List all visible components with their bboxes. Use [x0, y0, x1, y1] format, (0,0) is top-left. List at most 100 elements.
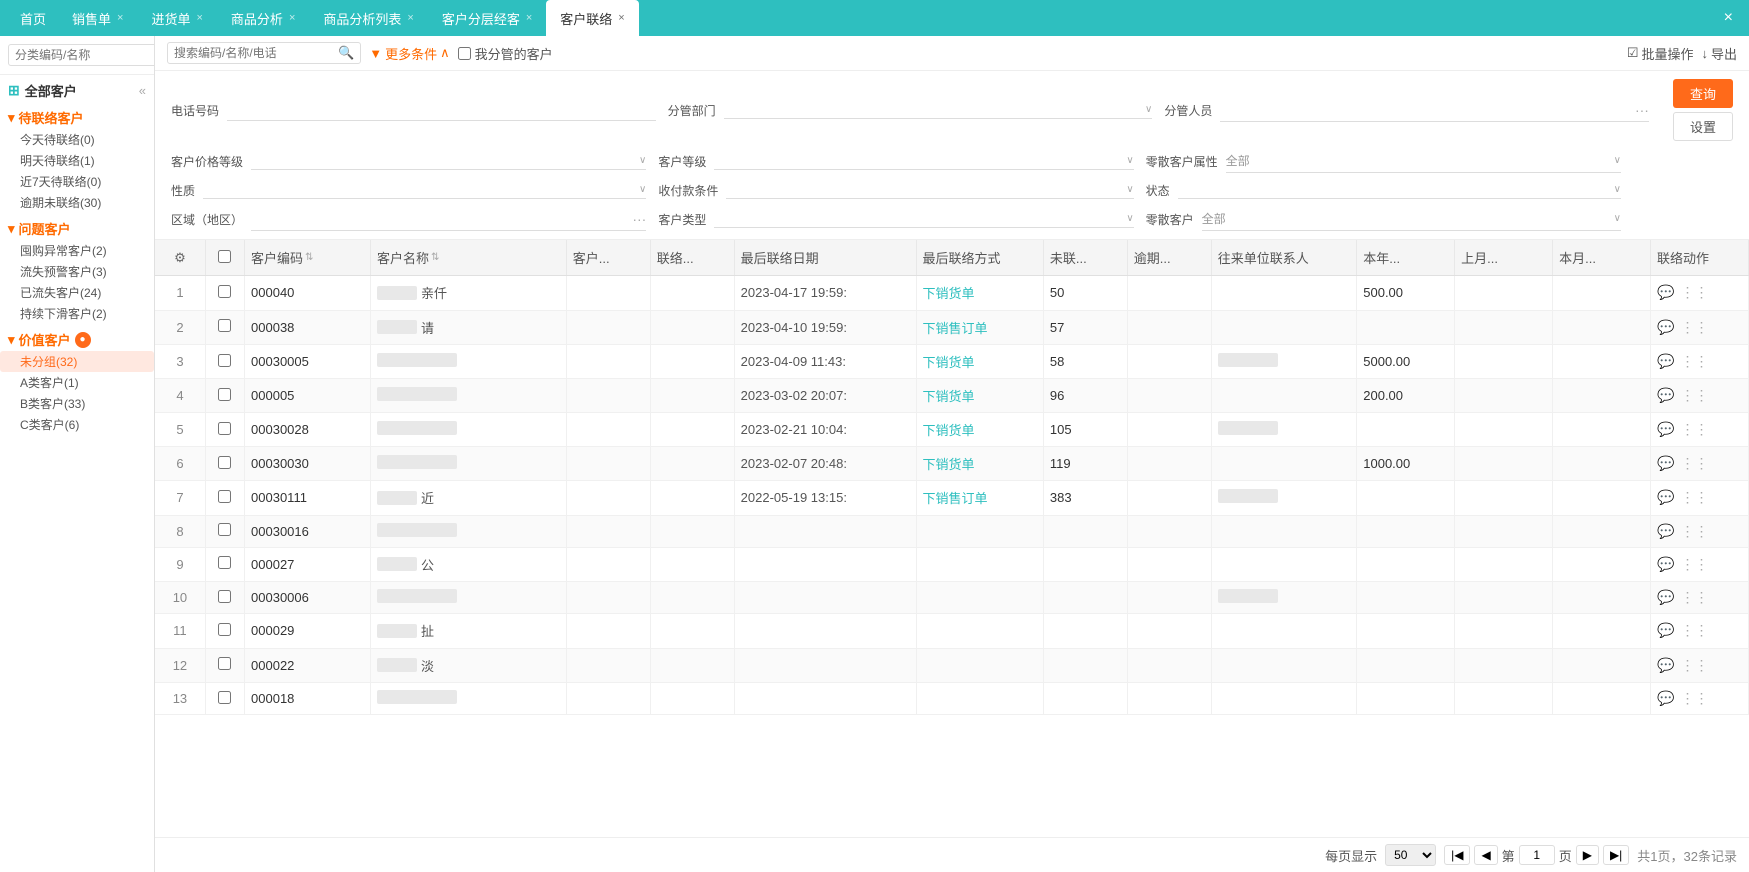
window-close-icon[interactable]: ×	[1716, 9, 1741, 27]
close-icon[interactable]: ×	[117, 12, 123, 24]
more-icon[interactable]: ⋮⋮	[1680, 319, 1708, 336]
row-checkbox[interactable]	[218, 490, 231, 503]
more-icon[interactable]: ⋮⋮	[1680, 284, 1708, 301]
close-icon[interactable]: ×	[618, 12, 624, 24]
sidebar-item-warning[interactable]: 流失预警客户(3)	[0, 261, 154, 282]
export-btn[interactable]: ↓ 导出	[1701, 44, 1737, 63]
filter-region-select[interactable]: ···	[251, 208, 646, 231]
search-input[interactable]	[174, 46, 334, 60]
contact-icon[interactable]: 💬	[1657, 622, 1674, 639]
more-icon[interactable]: ⋮⋮	[1680, 657, 1708, 674]
row-checkbox[interactable]	[218, 285, 231, 298]
sidebar-item-type-b[interactable]: B类客户(33)	[0, 393, 154, 414]
contact-icon[interactable]: 💬	[1657, 319, 1674, 336]
next-page-btn[interactable]: ▶	[1576, 845, 1599, 865]
all-customers-header[interactable]: ⊞ 全部客户	[8, 81, 77, 100]
tab-sales[interactable]: 销售单 ×	[58, 0, 137, 36]
more-icon[interactable]: ⋮⋮	[1680, 523, 1708, 540]
query-button[interactable]: 查询	[1673, 79, 1733, 108]
contact-icon[interactable]: 💬	[1657, 556, 1674, 573]
search-icon[interactable]: 🔍	[338, 45, 354, 61]
contact-icon[interactable]: 💬	[1657, 523, 1674, 540]
more-icon[interactable]: ⋮⋮	[1680, 622, 1708, 639]
tab-customer-segment[interactable]: 客户分层经客 ×	[428, 0, 546, 36]
per-page-select[interactable]: 50 100 200	[1385, 844, 1436, 866]
tab-purchase[interactable]: 进货单 ×	[137, 0, 216, 36]
filter-level-select[interactable]: ∨	[714, 152, 1133, 170]
sort-icon-code[interactable]: ⇅	[305, 252, 313, 263]
sidebar-item-abnormal[interactable]: 囤购异常客户(2)	[0, 240, 154, 261]
contact-icon[interactable]: 💬	[1657, 387, 1674, 404]
filter-dept-select[interactable]: ∨	[724, 101, 1153, 119]
filter-status-select[interactable]: ∨	[1178, 181, 1621, 199]
tab-product-list[interactable]: 商品分析列表 ×	[309, 0, 427, 36]
select-all-checkbox[interactable]	[218, 250, 231, 263]
page-input[interactable]	[1519, 845, 1555, 865]
method-link[interactable]: 下销货单	[923, 286, 975, 301]
filter-retail-select2[interactable]: 全部 ∨	[1202, 207, 1621, 231]
filter-btn[interactable]: ▼ 更多条件 ∧	[369, 44, 449, 63]
tab-customer-contact[interactable]: 客户联络 ×	[546, 0, 638, 36]
sidebar-item-overdue[interactable]: 逾期未联络(30)	[0, 192, 154, 213]
row-checkbox[interactable]	[218, 319, 231, 332]
contact-icon[interactable]: 💬	[1657, 489, 1674, 506]
filter-cust-type-select[interactable]: ∨	[714, 210, 1133, 228]
my-customers-checkbox-wrap[interactable]: 我分管的客户	[458, 44, 553, 63]
reset-button[interactable]: 设置	[1673, 112, 1733, 141]
sidebar-item-tomorrow[interactable]: 明天待联络(1)	[0, 150, 154, 171]
row-checkbox[interactable]	[218, 523, 231, 536]
close-icon[interactable]: ×	[289, 12, 295, 24]
filter-payment-select[interactable]: ∨	[726, 181, 1133, 199]
more-icon[interactable]: ⋮⋮	[1680, 489, 1708, 506]
contact-icon[interactable]: 💬	[1657, 421, 1674, 438]
row-checkbox[interactable]	[218, 556, 231, 569]
row-checkbox[interactable]	[218, 657, 231, 670]
sidebar-collapse-icon[interactable]: «	[139, 83, 146, 98]
batch-ops-btn[interactable]: ☑ 批量操作	[1627, 44, 1694, 63]
contact-icon[interactable]: 💬	[1657, 690, 1674, 707]
method-link[interactable]: 下销货单	[923, 355, 975, 370]
method-link[interactable]: 下销货单	[923, 423, 975, 438]
more-icon[interactable]: ⋮⋮	[1680, 589, 1708, 606]
settings-icon[interactable]: ⚙	[174, 250, 186, 265]
row-checkbox[interactable]	[218, 623, 231, 636]
first-page-btn[interactable]: |◀	[1444, 845, 1470, 865]
sidebar-item-type-c[interactable]: C类客户(6)	[0, 414, 154, 435]
close-icon[interactable]: ×	[196, 12, 202, 24]
filter-phone-input[interactable]	[227, 100, 656, 121]
more-icon[interactable]: ⋮⋮	[1680, 353, 1708, 370]
method-link[interactable]: 下销货单	[923, 389, 975, 404]
contact-icon[interactable]: 💬	[1657, 284, 1674, 301]
more-icon[interactable]: ⋮⋮	[1680, 556, 1708, 573]
sidebar-item-type-a[interactable]: A类客户(1)	[0, 372, 154, 393]
dots-icon2[interactable]: ···	[632, 211, 646, 227]
more-icon[interactable]: ⋮⋮	[1680, 455, 1708, 472]
sidebar-item-today[interactable]: 今天待联络(0)	[0, 129, 154, 150]
filter-nature-select[interactable]: ∨	[203, 181, 646, 199]
close-icon[interactable]: ×	[526, 12, 532, 24]
sidebar-item-7days[interactable]: 近7天待联络(0)	[0, 171, 154, 192]
sidebar-search-input[interactable]	[8, 44, 155, 66]
method-link[interactable]: 下销售订单	[923, 491, 988, 506]
sort-icon-name[interactable]: ⇅	[431, 252, 439, 263]
method-link[interactable]: 下销售订单	[923, 321, 988, 336]
filter-retail-select[interactable]: 全部 ∨	[1226, 149, 1621, 173]
sidebar-item-lost[interactable]: 已流失客户(24)	[0, 282, 154, 303]
my-customers-checkbox[interactable]	[458, 47, 471, 60]
contact-icon[interactable]: 💬	[1657, 657, 1674, 674]
sidebar-item-declining[interactable]: 持续下滑客户(2)	[0, 303, 154, 324]
more-icon[interactable]: ⋮⋮	[1680, 690, 1708, 707]
contact-icon[interactable]: 💬	[1657, 455, 1674, 472]
more-icon[interactable]: ⋮⋮	[1680, 387, 1708, 404]
prev-page-btn[interactable]: ◀	[1474, 845, 1497, 865]
contact-icon[interactable]: 💬	[1657, 353, 1674, 370]
row-checkbox[interactable]	[218, 456, 231, 469]
dots-icon[interactable]: ···	[1635, 102, 1649, 118]
row-checkbox[interactable]	[218, 388, 231, 401]
row-checkbox[interactable]	[218, 422, 231, 435]
tab-product-analysis[interactable]: 商品分析 ×	[217, 0, 309, 36]
row-checkbox[interactable]	[218, 354, 231, 367]
contact-icon[interactable]: 💬	[1657, 589, 1674, 606]
row-checkbox[interactable]	[218, 590, 231, 603]
row-checkbox[interactable]	[218, 691, 231, 704]
